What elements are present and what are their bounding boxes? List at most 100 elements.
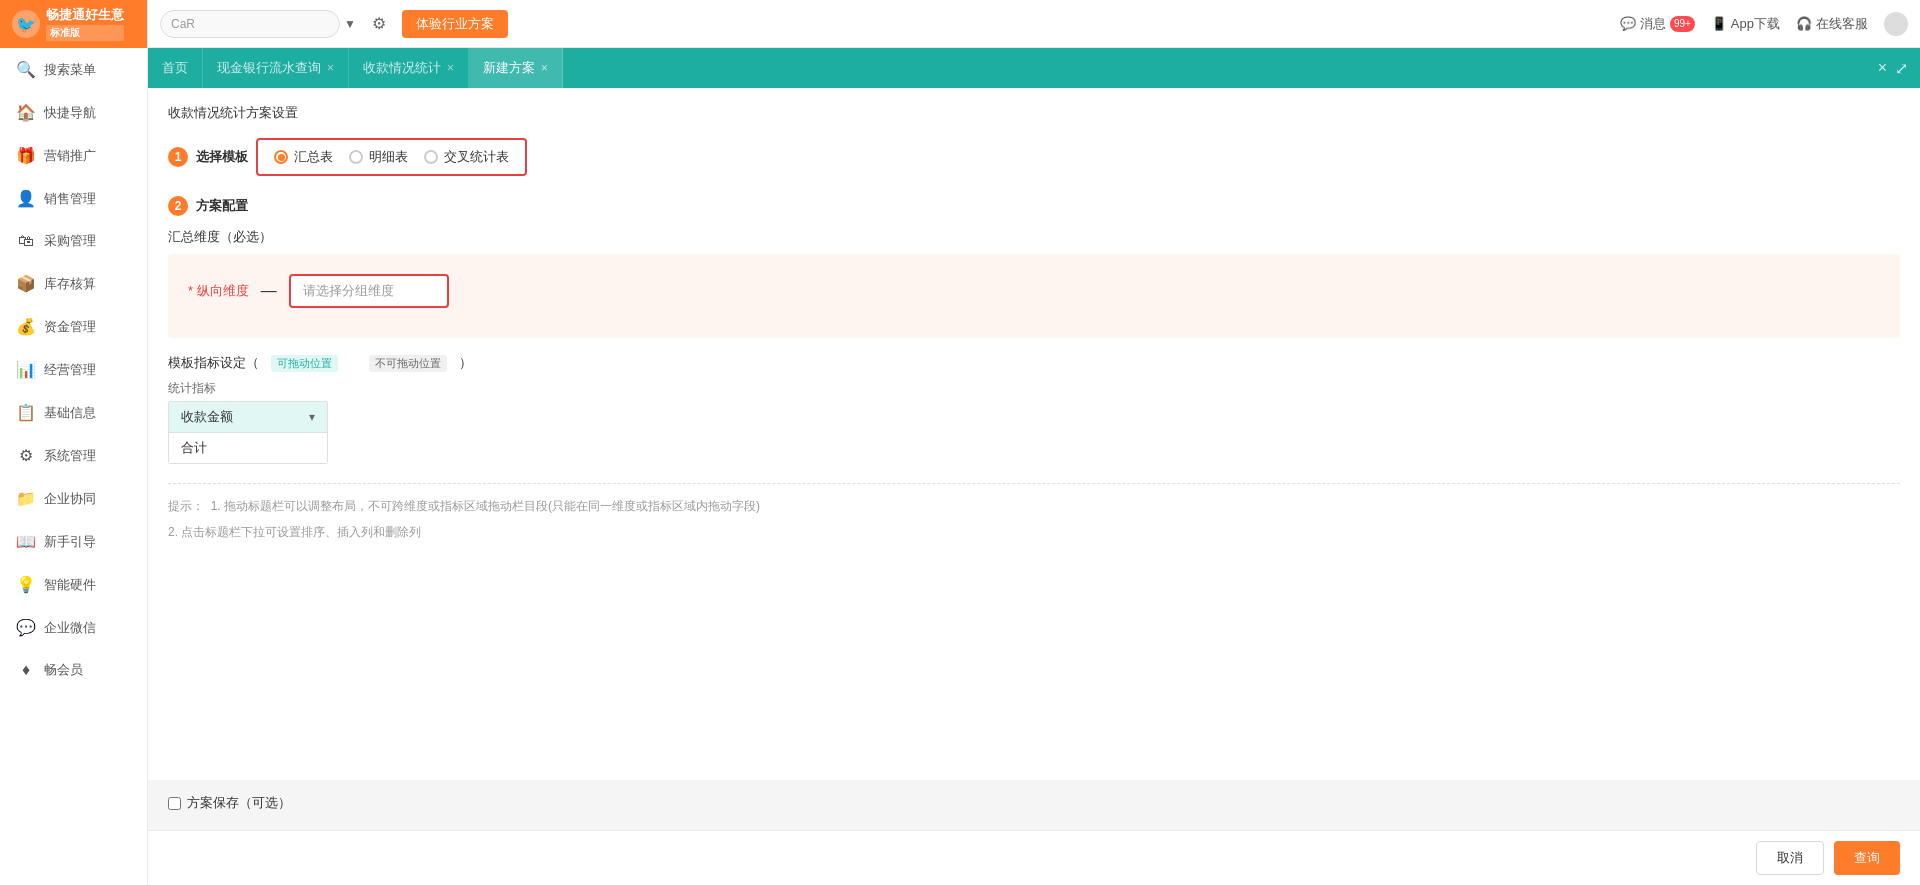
sidebar-item-system[interactable]: ⚙ 系统管理 [0,434,147,477]
dimension-select[interactable]: 请选择分组维度 [289,274,449,308]
indicator-header-text: 收款金额 [181,408,233,426]
radio-detail-circle [349,150,363,164]
tab-bank-flow-close[interactable]: × [327,61,334,75]
tips-label: 提示： [168,499,204,513]
indicator-row-total: 合计 [169,432,327,463]
user-avatar[interactable] [1884,12,1908,36]
industry-btn[interactable]: 体验行业方案 [402,10,508,38]
tips-section: 提示： 1. 拖动标题栏可以调整布局，不可跨维度或指标区域拖动栏目段(只能在同一… [168,483,1900,543]
sidebar-item-label: 企业协同 [44,490,96,508]
sidebar-item-enterprise[interactable]: 📁 企业协同 [0,477,147,520]
sidebar-item-marketing[interactable]: 🎁营销推广 [0,134,147,177]
tab-new-plan[interactable]: 新建方案 × [469,48,563,88]
page-title: 收款情况统计方案设置 [168,104,1900,122]
sidebar-item-basic-info[interactable]: 📋 基础信息 [0,391,147,434]
step2-title: 方案配置 [196,197,248,215]
indicator-table: 收款金额 ▾ 合计 [168,401,328,464]
query-button[interactable]: 查询 [1834,841,1900,875]
indicator-separator [350,356,357,371]
sidebar-item-purchase[interactable]: 🛍 采购管理 [0,220,147,262]
purchase-icon: 🛍 [16,232,36,250]
sidebar-item-guide[interactable]: 📖 新手引导 [0,520,147,563]
logo-text-area: 畅捷通好生意 标准版 [46,7,124,41]
template-radio-group: 汇总表 明细表 交叉统计表 [274,148,509,166]
tips-line2: 2. 点击标题栏下拉可设置排序、插入列和删除列 [168,522,1900,544]
guide-icon: 📖 [16,532,36,551]
download-icon: 📱 [1711,16,1727,31]
indicator-row-text: 合计 [181,440,207,455]
sidebar-item-quick-nav[interactable]: 🏠快捷导航 [0,91,147,134]
tabbar: 首页 现金银行流水查询 × 收款情况统计 × 新建方案 × × ⤢ [148,48,1920,88]
sidebar-item-smart-hardware[interactable]: 💡智能硬件 [0,563,147,606]
system-icon: ⚙ [16,446,36,465]
step2-section: 2 方案配置 汇总维度（必选） * 纵向维度 — 请选择分组维度 [168,196,1900,543]
search-area: ▼ [160,10,356,38]
basic-info-icon: 📋 [16,403,36,422]
search-menu-icon: 🔍 [16,60,36,79]
message-label: 消息 [1640,15,1666,33]
stats-section: 统计指标 收款金额 ▾ 合计 [168,380,1900,467]
sidebar-item-label: 基础信息 [44,404,96,422]
radio-cross-circle [424,150,438,164]
logo-icon: 🐦 [12,10,40,38]
settings-icon[interactable]: ⚙ [372,14,386,33]
sidebar-item-capital[interactable]: 💰资金管理 [0,305,147,348]
search-dropdown-icon[interactable]: ▼ [344,17,356,31]
tab-bank-flow[interactable]: 现金银行流水查询 × [203,48,349,88]
sidebar-item-label: 系统管理 [44,447,96,465]
capital-icon: 💰 [16,317,36,336]
member-icon: ♦ [16,661,36,679]
sidebar-item-operations[interactable]: 📊 经营管理 [0,348,147,391]
search-input[interactable] [160,10,340,38]
radio-detail[interactable]: 明细表 [349,148,408,166]
sidebar: 🐦 畅捷通好生意 标准版 🔍搜索菜单🏠快捷导航🎁营销推广👤销售管理 🛍 采购管理 📦库… [0,0,148,885]
sidebar-item-label: 经营管理 [44,361,96,379]
sidebar-item-search-menu[interactable]: 🔍搜索菜单 [0,48,147,91]
sidebar-item-inventory[interactable]: 📦库存核算 [0,262,147,305]
tab-home[interactable]: 首页 [148,48,203,88]
indicator-settings-label: 模板指标设定（ [168,354,259,372]
cancel-button[interactable]: 取消 [1756,841,1824,875]
sidebar-item-label: 畅会员 [44,661,83,679]
sidebar-item-member[interactable]: ♦ 畅会员 [0,649,147,691]
topbar-right: 💬 消息 99+ 📱 App下载 🎧 在线客服 [1620,12,1908,36]
service-btn[interactable]: 🎧 在线客服 [1796,15,1868,33]
radio-summary[interactable]: 汇总表 [274,148,333,166]
sidebar-item-label: 新手引导 [44,533,96,551]
indicator-chevron-icon[interactable]: ▾ [309,410,315,424]
tab-maximize-btn[interactable]: ⤢ [1895,59,1908,78]
vertical-label: * 纵向维度 [188,282,249,300]
tab-payment-stats[interactable]: 收款情况统计 × [349,48,469,88]
message-icon: 💬 [1620,16,1636,31]
sidebar-item-label: 采购管理 [44,232,96,250]
sidebar-item-wechat[interactable]: 💬企业微信 [0,606,147,649]
sidebar-item-label: 企业微信 [44,619,96,637]
tips-line1: 1. 拖动标题栏可以调整布局，不可跨维度或指标区域拖动栏目段(只能在同一维度或指… [211,499,760,513]
download-btn[interactable]: 📱 App下载 [1711,15,1780,33]
step1-title: 选择模板 [196,148,248,166]
tabbar-actions: × ⤢ [1866,48,1920,88]
radio-cross[interactable]: 交叉统计表 [424,148,509,166]
save-checkbox[interactable] [168,797,181,810]
service-icon: 🎧 [1796,16,1812,31]
inventory-icon: 📦 [16,274,36,293]
template-select-box: 汇总表 明细表 交叉统计表 [256,138,527,176]
radio-detail-label: 明细表 [369,148,408,166]
radio-summary-circle [274,150,288,164]
tab-close-all-btn[interactable]: × [1878,59,1887,77]
enterprise-icon: 📁 [16,489,36,508]
dimension-arrow: — [261,282,277,300]
movable-badge: 可拖动位置 [271,355,338,372]
sales-icon: 👤 [16,189,36,208]
message-btn[interactable]: 💬 消息 99+ [1620,15,1695,33]
tab-payment-stats-close[interactable]: × [447,61,454,75]
bottom-actions: 取消 查询 [148,830,1920,885]
dimension-row: * 纵向维度 — 请选择分组维度 [188,274,1880,308]
tab-new-plan-close[interactable]: × [541,61,548,75]
tab-home-label: 首页 [162,59,188,77]
content-inner: 收款情况统计方案设置 1 选择模板 汇总表 [148,88,1920,780]
sidebar-nav: 🔍搜索菜单🏠快捷导航🎁营销推广👤销售管理 🛍 采购管理 📦库存核算💰资金管理 📊 经营管理… [0,48,147,885]
sidebar-item-sales[interactable]: 👤销售管理 [0,177,147,220]
config-section: 汇总维度（必选） * 纵向维度 — 请选择分组维度 模 [168,228,1900,543]
operations-icon: 📊 [16,360,36,379]
